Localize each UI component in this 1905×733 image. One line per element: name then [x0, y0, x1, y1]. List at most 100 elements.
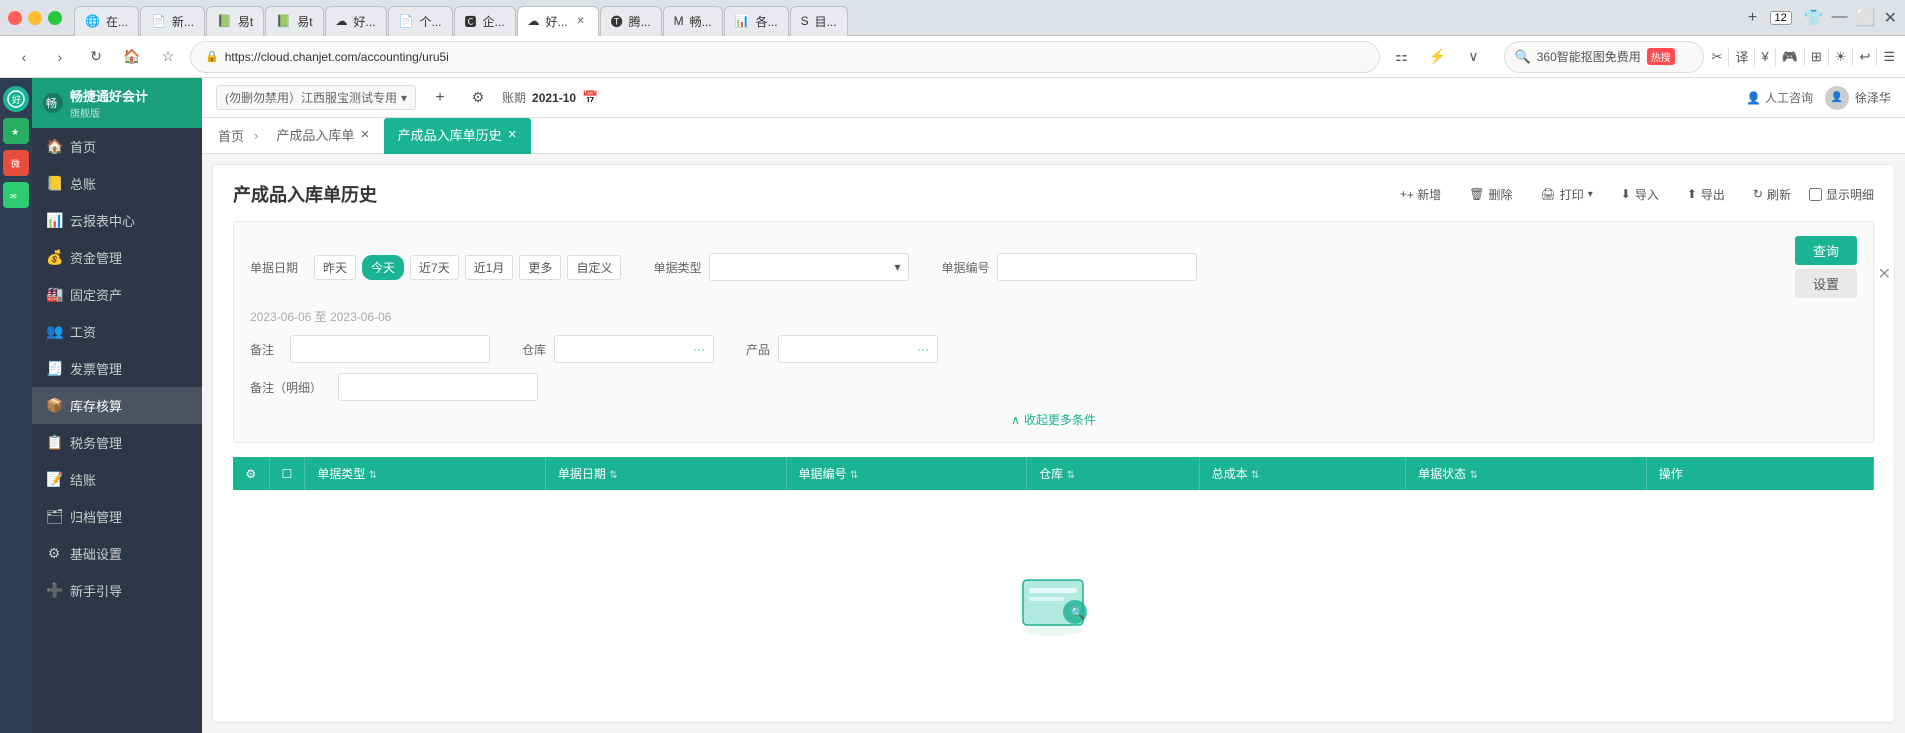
delete-btn[interactable]: 🗑 删除	[1459, 182, 1522, 207]
sidebar-item-base[interactable]: ⚙基础设置	[32, 535, 202, 572]
grid-icon[interactable]: ⊞	[1811, 49, 1822, 65]
date-today-btn[interactable]: 今天	[362, 255, 404, 280]
tab-product-list-close[interactable]: ✕	[360, 128, 369, 141]
tab-product-list[interactable]: 产成品入库单 ✕	[262, 118, 383, 154]
rail-icon-2[interactable]: 微	[3, 150, 29, 176]
extensions-button[interactable]: ⚏	[1388, 43, 1416, 71]
browser-tab-t10[interactable]: M畅...	[663, 6, 723, 36]
close-icon[interactable]: ✕	[1884, 8, 1897, 28]
game-icon[interactable]: 🎮	[1782, 49, 1798, 65]
back-button[interactable]: ‹	[10, 43, 38, 71]
sidebar-item-inventory[interactable]: 📦库存核算	[32, 387, 202, 424]
sidebar-item-tax[interactable]: 📋税务管理	[32, 424, 202, 461]
export-btn[interactable]: ⬆ 导出	[1677, 182, 1735, 207]
sidebar-item-report[interactable]: 📊云报表中心	[32, 202, 202, 239]
number-filter-input[interactable]	[997, 253, 1197, 281]
rail-icon-3[interactable]: ✉	[3, 182, 29, 208]
col-total-cost[interactable]: 总成本 ⇅	[1199, 457, 1406, 490]
menu-icon[interactable]: ☰	[1883, 49, 1895, 65]
sidebar-item-newitem[interactable]: ➕新手引导	[32, 572, 202, 609]
sidebar-item-settle[interactable]: 📝结账	[32, 461, 202, 498]
sidebar-item-ledger[interactable]: 📒总账	[32, 165, 202, 202]
col-number-sort[interactable]: ⇅	[850, 470, 858, 481]
filter-setting-btn[interactable]: 设置	[1795, 269, 1857, 298]
print-btn[interactable]: 🖨 打印 ▾	[1530, 182, 1602, 207]
browser-tab-close-t8[interactable]: ✕	[574, 14, 588, 28]
browser-tab-t4[interactable]: 📗易t	[265, 6, 323, 36]
query-btn[interactable]: 查询	[1795, 236, 1857, 265]
col-warehouse[interactable]: 仓库 ⇅	[1027, 457, 1199, 490]
detail-note-filter-input[interactable]	[338, 373, 538, 401]
browser-tab-t8[interactable]: ☁好...✕	[517, 6, 599, 36]
company-selector[interactable]: (勿删勿禁用）江西服宝测试专用 ▾	[216, 85, 416, 110]
breadcrumb-home[interactable]: 首页	[212, 126, 250, 145]
lightning-button[interactable]: ⚡	[1424, 43, 1452, 71]
win-max-btn[interactable]	[48, 11, 62, 25]
col-status[interactable]: 单据状态 ⇅	[1406, 457, 1647, 490]
win-close-btn[interactable]	[8, 11, 22, 25]
col-gear[interactable]: ⚙	[233, 457, 269, 490]
sidebar-item-salary[interactable]: 👥工资	[32, 313, 202, 350]
date-more-btn[interactable]: 更多	[519, 255, 561, 280]
display-detail-label[interactable]: 显示明细	[1809, 186, 1874, 203]
col-number[interactable]: 单据编号 ⇅	[786, 457, 1027, 490]
browser-tab-t7[interactable]: 🅲企...	[454, 6, 516, 36]
undo-icon[interactable]: ↩	[1859, 49, 1870, 65]
translate-icon[interactable]: 译	[1735, 47, 1748, 66]
sun-icon[interactable]: ☀	[1835, 49, 1847, 65]
col-check[interactable]: ☐	[269, 457, 305, 490]
tab-count[interactable]: 12	[1770, 11, 1792, 25]
user-service-btn[interactable]: 👤 人工咨询	[1746, 89, 1813, 106]
settings-btn[interactable]: ⚙	[464, 84, 492, 112]
sidebar-item-fund[interactable]: 💰资金管理	[32, 239, 202, 276]
note-filter-input[interactable]	[290, 335, 490, 363]
scissors-icon[interactable]: ✂	[1712, 49, 1723, 65]
display-detail-checkbox[interactable]	[1809, 188, 1822, 201]
date-yesterday-btn[interactable]: 昨天	[314, 255, 356, 280]
col-status-sort[interactable]: ⇅	[1470, 470, 1478, 481]
browser-tab-t2[interactable]: 📄新...	[140, 6, 205, 36]
refresh-button[interactable]: ↻	[82, 43, 110, 71]
home-button[interactable]: 🏠	[118, 43, 146, 71]
tab-product-history-close[interactable]: ✕	[508, 128, 517, 141]
date-month-btn[interactable]: 近1月	[465, 255, 514, 280]
refresh-btn[interactable]: ↻ 刷新	[1743, 182, 1801, 207]
add-btn[interactable]: + + 新增	[1390, 182, 1451, 207]
rail-icon-1[interactable]: ★	[3, 118, 29, 144]
import-btn[interactable]: ⬇ 导入	[1611, 182, 1669, 207]
browser-tab-t5[interactable]: ☁好...	[325, 6, 387, 36]
date-week-btn[interactable]: 近7天	[410, 255, 459, 280]
add-company-btn[interactable]: +	[426, 84, 454, 112]
sidebar-item-archive[interactable]: 🗂归档管理	[32, 498, 202, 535]
sidebar-item-invoice[interactable]: 🧾发票管理	[32, 350, 202, 387]
tab-product-history[interactable]: 产成品入库单历史 ✕	[384, 118, 531, 154]
search-bar[interactable]: 🔍 360智能抠图免费用 热搜	[1504, 41, 1704, 73]
browser-tab-t1[interactable]: 🌐在...	[74, 6, 139, 36]
win-min-btn[interactable]	[28, 11, 42, 25]
browser-tab-t12[interactable]: S目...	[790, 6, 848, 36]
browser-tab-t6[interactable]: 📄个...	[388, 6, 453, 36]
calendar-icon[interactable]: 📅	[582, 90, 598, 106]
dropdown-button[interactable]: ∨	[1460, 43, 1488, 71]
maximize-icon[interactable]: ⬜	[1856, 8, 1876, 28]
new-tab-button[interactable]: +	[1740, 5, 1766, 31]
forward-button[interactable]: ›	[46, 43, 74, 71]
date-custom-btn[interactable]: 自定义	[567, 255, 621, 280]
col-date[interactable]: 单据日期 ⇅	[545, 457, 786, 490]
user-info[interactable]: 👤 徐泽华	[1825, 86, 1891, 110]
type-filter-select[interactable]: ▾	[709, 253, 909, 281]
browser-tab-t11[interactable]: 📊各...	[724, 6, 789, 36]
col-type-sort[interactable]: ⇅	[369, 470, 377, 481]
col-warehouse-sort[interactable]: ⇅	[1067, 470, 1075, 481]
warehouse-filter-select[interactable]: ···	[554, 335, 714, 363]
col-type[interactable]: 单据类型 ⇅	[305, 457, 546, 490]
sidebar-item-fixed[interactable]: 🏭固定资产	[32, 276, 202, 313]
panel-close-btn[interactable]: ✕	[1878, 264, 1891, 284]
col-total-cost-sort[interactable]: ⇅	[1251, 470, 1259, 481]
yuan-icon[interactable]: ¥	[1761, 49, 1768, 64]
browser-tab-t9[interactable]: 🅣腾...	[600, 6, 662, 36]
sidebar-item-home[interactable]: 🏠首页	[32, 128, 202, 165]
address-input[interactable]: 🔒 https://cloud.chanjet.com/accounting/u…	[190, 41, 1380, 73]
col-date-sort[interactable]: ⇅	[609, 470, 617, 481]
bookmark-button[interactable]: ☆	[154, 43, 182, 71]
